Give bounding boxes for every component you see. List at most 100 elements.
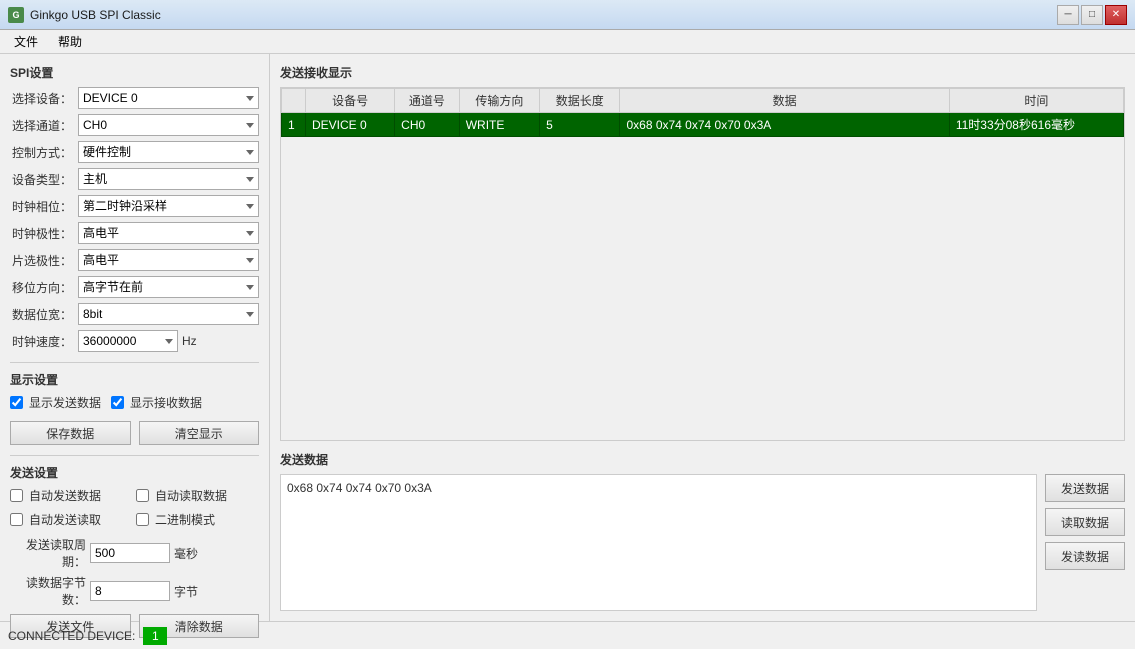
- binary-mode-label: 二进制模式: [155, 511, 215, 528]
- clock-polarity-label: 时钟极性：: [10, 225, 78, 242]
- send-data-area: 发送数据 0x68 0x74 0x74 0x70 0x3A 发送数据 读取数据 …: [280, 451, 1125, 611]
- main-layout: SPI设置 选择设备： DEVICE 0 DEVICE 1 选择通道： CH0 …: [0, 54, 1135, 621]
- menu-help[interactable]: 帮助: [48, 31, 92, 52]
- cs-polarity-label: 片选极性：: [10, 252, 78, 269]
- clock-phase-row: 时钟相位： 第一时钟沿采样 第二时钟沿采样: [10, 195, 259, 217]
- auto-read-row: 自动读取数据: [136, 487, 259, 504]
- clock-phase-select[interactable]: 第一时钟沿采样 第二时钟沿采样: [78, 195, 259, 217]
- display-buttons: 保存数据 清空显示: [10, 421, 259, 445]
- show-send-label: 显示发送数据: [29, 394, 101, 411]
- data-width-select[interactable]: 8bit 16bit: [78, 303, 259, 325]
- auto-read-label: 自动读取数据: [155, 487, 227, 504]
- right-panel: 发送接收显示 设备号 通道号 传输方向 数据长度 数据 时间: [270, 54, 1135, 621]
- byte-count-label: 读数据字节数：: [10, 574, 90, 608]
- auto-send-row: 自动发送数据: [10, 487, 133, 504]
- display-area-title: 发送接收显示: [280, 64, 1125, 81]
- send-read-data-button[interactable]: 发读数据: [1045, 542, 1125, 570]
- show-send-checkbox[interactable]: [10, 396, 23, 409]
- device-label: 选择设备：: [10, 90, 78, 107]
- send-checkboxes: 自动发送数据 自动读取数据 自动发送读取 二进制模式: [10, 487, 259, 532]
- close-button[interactable]: ✕: [1105, 5, 1127, 25]
- clock-phase-label: 时钟相位：: [10, 198, 78, 215]
- byte-count-input[interactable]: [90, 581, 170, 601]
- data-table-container[interactable]: 设备号 通道号 传输方向 数据长度 数据 时间 1DEVICE 0CH0WRIT…: [280, 87, 1125, 441]
- auto-send-read-label: 自动发送读取: [29, 511, 101, 528]
- data-width-row: 数据位宽： 8bit 16bit: [10, 303, 259, 325]
- auto-send-read-checkbox[interactable]: [10, 513, 23, 526]
- col-data-length: 数据长度: [540, 89, 620, 113]
- status-badge: 1: [143, 627, 167, 645]
- clock-polarity-select[interactable]: 低电平 高电平: [78, 222, 259, 244]
- menu-bar: 文件 帮助: [0, 30, 1135, 54]
- device-type-label: 设备类型：: [10, 171, 78, 188]
- device-row: 选择设备： DEVICE 0 DEVICE 1: [10, 87, 259, 109]
- channel-label: 选择通道：: [10, 117, 78, 134]
- title-controls: ─ □ ✕: [1057, 5, 1127, 25]
- data-width-label: 数据位宽：: [10, 306, 78, 323]
- cs-polarity-row: 片选极性： 低电平 高电平: [10, 249, 259, 271]
- auto-send-read-row: 自动发送读取: [10, 511, 133, 528]
- save-data-button[interactable]: 保存数据: [10, 421, 131, 445]
- byte-count-unit: 字节: [170, 583, 198, 600]
- col-time: 时间: [949, 89, 1123, 113]
- send-data-text[interactable]: 0x68 0x74 0x74 0x70 0x3A: [280, 474, 1037, 611]
- device-type-row: 设备类型： 主机 从机: [10, 168, 259, 190]
- shift-dir-label: 移位方向：: [10, 279, 78, 296]
- spi-settings-section: SPI设置 选择设备： DEVICE 0 DEVICE 1 选择通道： CH0 …: [10, 64, 259, 352]
- send-data-inner: 0x68 0x74 0x74 0x70 0x3A 发送数据 读取数据 发读数据: [280, 474, 1125, 611]
- clock-polarity-row: 时钟极性： 低电平 高电平: [10, 222, 259, 244]
- clock-speed-unit: Hz: [178, 334, 197, 348]
- device-select[interactable]: DEVICE 0 DEVICE 1: [78, 87, 259, 109]
- spi-settings-title: SPI设置: [10, 64, 259, 81]
- byte-count-row: 读数据字节数： 字节: [10, 574, 259, 608]
- window-title: Ginkgo USB SPI Classic: [30, 8, 161, 22]
- col-data: 数据: [620, 89, 949, 113]
- left-panel: SPI设置 选择设备： DEVICE 0 DEVICE 1 选择通道： CH0 …: [0, 54, 270, 621]
- display-area-wrapper: 发送接收显示 设备号 通道号 传输方向 数据长度 数据 时间: [280, 64, 1125, 441]
- send-data-title: 发送数据: [280, 451, 1125, 468]
- device-type-select[interactable]: 主机 从机: [78, 168, 259, 190]
- auto-read-checkbox[interactable]: [136, 489, 149, 502]
- send-settings-title: 发送设置: [10, 464, 259, 481]
- display-settings-section: 显示设置 显示发送数据 显示接收数据 保存数据 清空显示: [10, 362, 259, 445]
- control-select[interactable]: 硬件控制 软件控制: [78, 141, 259, 163]
- show-receive-row: 显示接收数据: [111, 394, 202, 411]
- display-settings-title: 显示设置: [10, 371, 259, 388]
- col-device: 设备号: [306, 89, 395, 113]
- period-row: 发送读取周期： 毫秒: [10, 536, 259, 570]
- clock-speed-select[interactable]: 36000000 18000000 9000000: [78, 330, 178, 352]
- auto-send-checkbox[interactable]: [10, 489, 23, 502]
- clock-speed-row: 时钟速度： 36000000 18000000 9000000 Hz: [10, 330, 259, 352]
- table-row: 1DEVICE 0CH0WRITE50x68 0x74 0x74 0x70 0x…: [282, 113, 1124, 137]
- cs-polarity-select[interactable]: 低电平 高电平: [78, 249, 259, 271]
- period-unit: 毫秒: [170, 545, 198, 562]
- col-channel: 通道号: [395, 89, 460, 113]
- menu-file[interactable]: 文件: [4, 31, 48, 52]
- channel-select[interactable]: CH0 CH1: [78, 114, 259, 136]
- restore-button[interactable]: □: [1081, 5, 1103, 25]
- binary-mode-checkbox[interactable]: [136, 513, 149, 526]
- period-label: 发送读取周期：: [10, 536, 90, 570]
- control-label: 控制方式：: [10, 144, 78, 161]
- read-data-button[interactable]: 读取数据: [1045, 508, 1125, 536]
- period-input[interactable]: [90, 543, 170, 563]
- send-action-buttons: 发送数据 读取数据 发读数据: [1045, 474, 1125, 611]
- minimize-button[interactable]: ─: [1057, 5, 1079, 25]
- shift-dir-row: 移位方向： 低字节在前 高字节在前: [10, 276, 259, 298]
- clear-display-button[interactable]: 清空显示: [139, 421, 260, 445]
- col-direction: 传输方向: [459, 89, 539, 113]
- binary-mode-row: 二进制模式: [136, 511, 259, 528]
- app-icon: G: [8, 7, 24, 23]
- data-table: 设备号 通道号 传输方向 数据长度 数据 时间 1DEVICE 0CH0WRIT…: [281, 88, 1124, 137]
- status-label: CONNECTED DEVICE:: [8, 629, 135, 643]
- clock-speed-label: 时钟速度：: [10, 333, 78, 350]
- show-send-row: 显示发送数据: [10, 394, 101, 411]
- send-settings-section: 发送设置 自动发送数据 自动读取数据 自动发送读取 二进制模式: [10, 455, 259, 638]
- auto-send-label: 自动发送数据: [29, 487, 101, 504]
- title-bar: G Ginkgo USB SPI Classic ─ □ ✕: [0, 0, 1135, 30]
- control-row: 控制方式： 硬件控制 软件控制: [10, 141, 259, 163]
- show-receive-checkbox[interactable]: [111, 396, 124, 409]
- send-data-button[interactable]: 发送数据: [1045, 474, 1125, 502]
- show-receive-label: 显示接收数据: [130, 394, 202, 411]
- shift-dir-select[interactable]: 低字节在前 高字节在前: [78, 276, 259, 298]
